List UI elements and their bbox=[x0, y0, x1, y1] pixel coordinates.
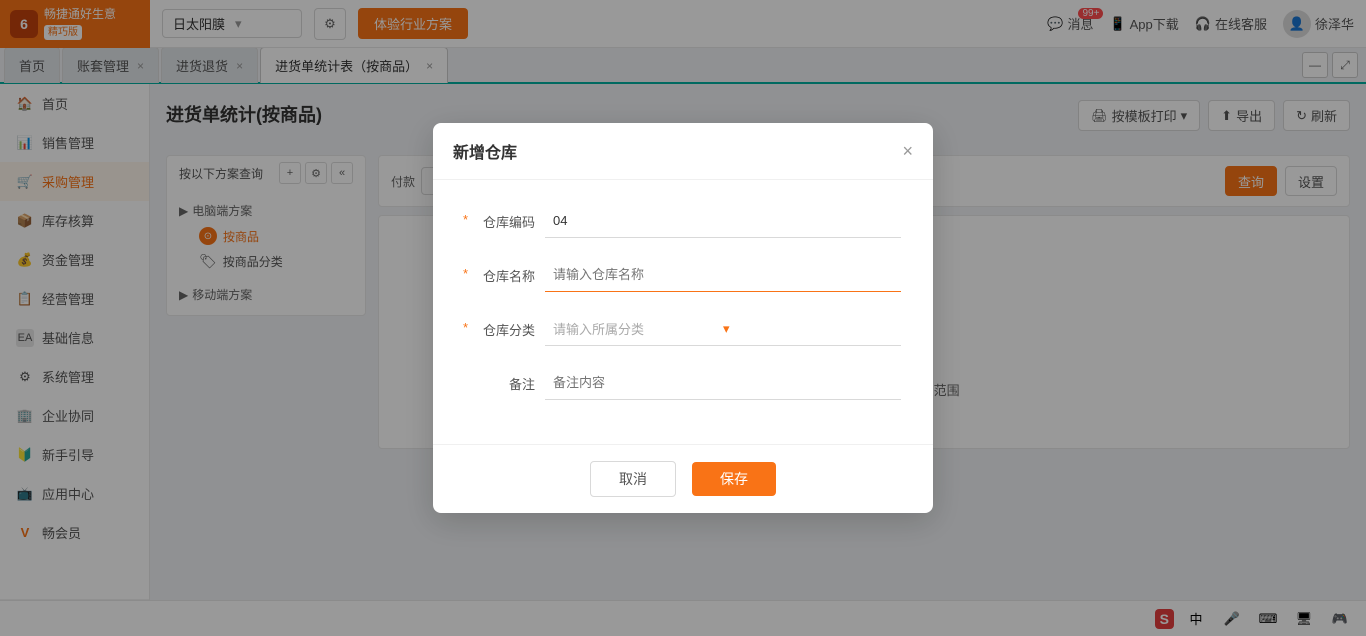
category-dropdown-icon: ▾ bbox=[723, 321, 893, 337]
form-row-remark: 备注 bbox=[465, 366, 901, 400]
cancel-button[interactable]: 取消 bbox=[590, 461, 676, 497]
modal-title: 新增仓库 bbox=[453, 139, 517, 163]
modal-overlay[interactable]: 新增仓库 × 仓库编码 仓库名称 仓库分类 bbox=[0, 0, 1366, 636]
category-select[interactable]: 请输入所属分类 ▾ bbox=[545, 312, 901, 346]
add-warehouse-modal: 新增仓库 × 仓库编码 仓库名称 仓库分类 bbox=[433, 123, 933, 513]
modal-header: 新增仓库 × bbox=[433, 123, 933, 180]
modal-body: 仓库编码 仓库名称 仓库分类 请输入所属分类 ▾ bbox=[433, 180, 933, 444]
modal-footer: 取消 保存 bbox=[433, 444, 933, 513]
form-row-name: 仓库名称 bbox=[465, 258, 901, 292]
code-input[interactable] bbox=[545, 204, 901, 238]
code-label: 仓库编码 bbox=[465, 212, 545, 231]
name-label: 仓库名称 bbox=[465, 266, 545, 285]
category-label: 仓库分类 bbox=[465, 320, 545, 339]
form-row-code: 仓库编码 bbox=[465, 204, 901, 238]
save-button[interactable]: 保存 bbox=[692, 462, 776, 496]
name-input[interactable] bbox=[545, 258, 901, 292]
modal-close-button[interactable]: × bbox=[902, 142, 913, 160]
remark-input[interactable] bbox=[545, 366, 901, 400]
form-row-category: 仓库分类 请输入所属分类 ▾ bbox=[465, 312, 901, 346]
remark-label: 备注 bbox=[465, 374, 545, 393]
